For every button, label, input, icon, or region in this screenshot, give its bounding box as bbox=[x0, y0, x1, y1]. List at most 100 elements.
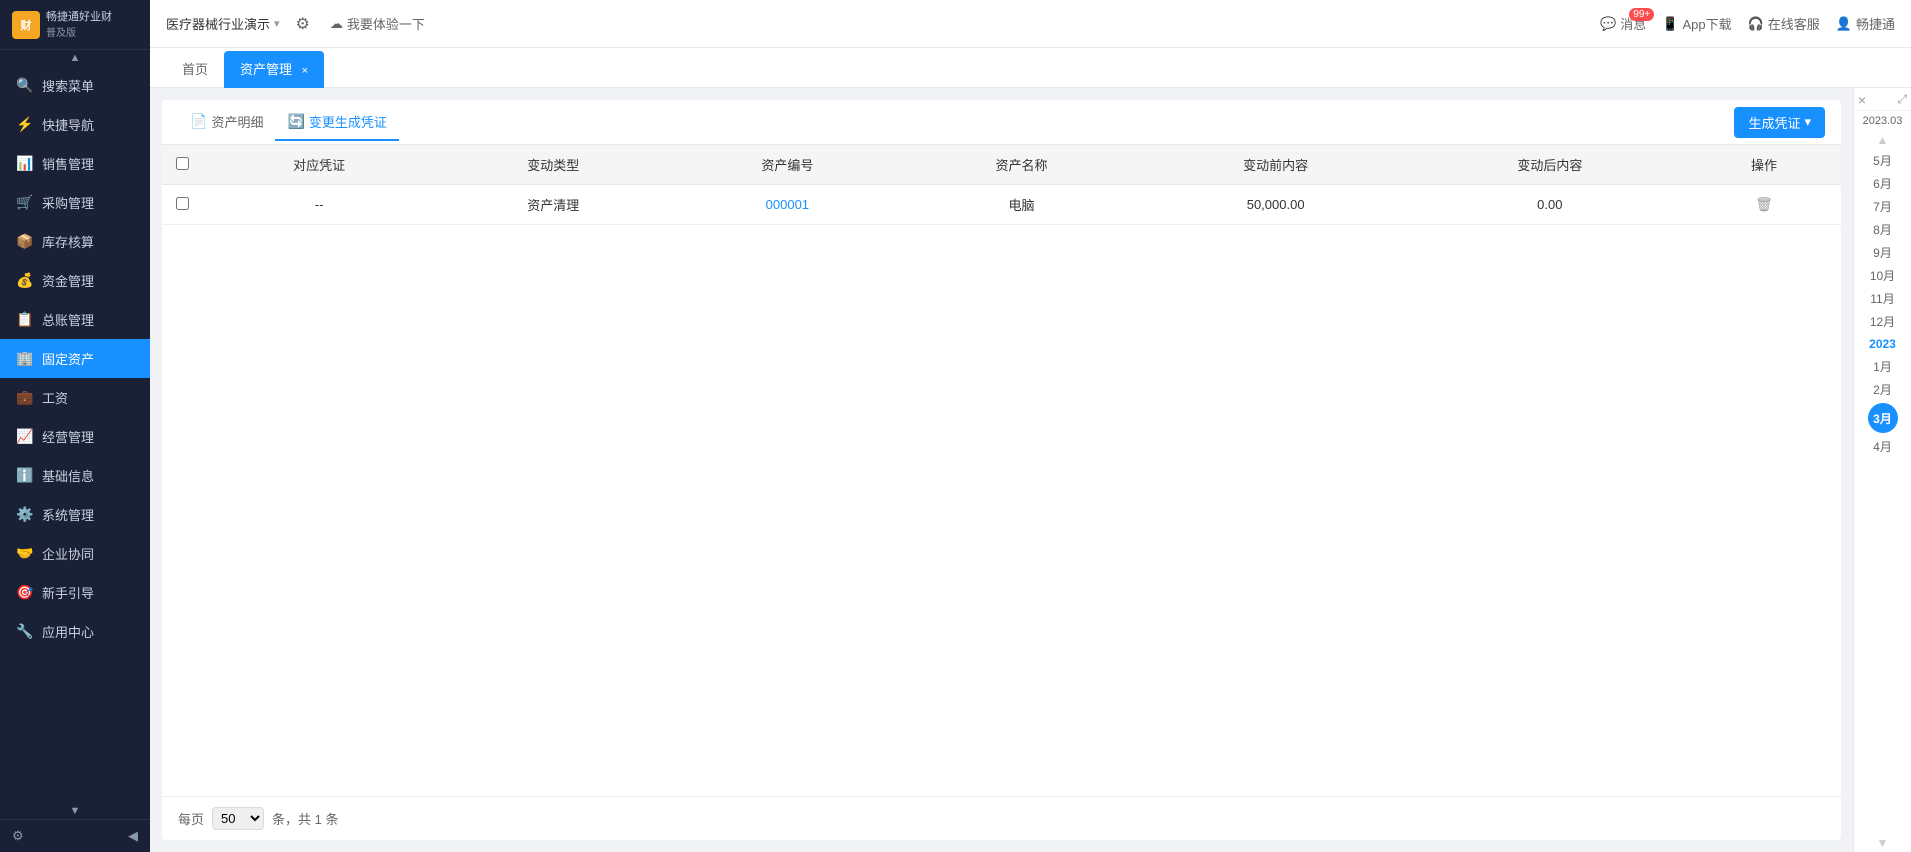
sidebar-item-label: 资金管理 bbox=[42, 271, 94, 290]
sidebar-item-ledger[interactable]: 📋 总账管理 bbox=[0, 300, 150, 339]
date-month-2023-4[interactable]: 4月 bbox=[1854, 435, 1911, 458]
date-sidebar-panel: × ⤢ 2023.03 ▲ 5月 6月 7月 8月 9月 10月 11月 12月… bbox=[1853, 88, 1911, 852]
header-settings-icon[interactable]: ⚙ bbox=[296, 14, 310, 34]
date-month-9[interactable]: 9月 bbox=[1854, 241, 1911, 264]
sidebar-item-label: 应用中心 bbox=[42, 622, 94, 641]
row-checkbox-cell[interactable] bbox=[162, 185, 202, 225]
feedback-label: 我要体验一下 bbox=[347, 14, 425, 33]
date-month-7[interactable]: 7月 bbox=[1854, 195, 1911, 218]
tab-home[interactable]: 首页 bbox=[166, 51, 224, 88]
delete-row-icon[interactable]: 🗑 bbox=[1755, 196, 1773, 212]
tab-asset-mgmt[interactable]: 资产管理 × bbox=[224, 51, 324, 88]
total-label: 条，共 1 条 bbox=[272, 809, 338, 828]
tab-home-label: 首页 bbox=[182, 62, 208, 77]
date-scroll-up-btn[interactable]: ▲ bbox=[1877, 131, 1889, 149]
content-panel: 📄 资产明细 🔄 变更生成凭证 生成凭证 ▾ bbox=[162, 100, 1841, 840]
date-month-5[interactable]: 5月 bbox=[1854, 149, 1911, 172]
tab-close-icon[interactable]: × bbox=[302, 65, 308, 77]
select-all-header[interactable] bbox=[162, 145, 202, 185]
pagination-bar: 每页 50 10 20 100 条，共 1 条 bbox=[162, 796, 1841, 840]
date-month-10[interactable]: 10月 bbox=[1854, 264, 1911, 287]
tab-asset-mgmt-label: 资产管理 bbox=[240, 62, 292, 77]
sidebar-scroll-up[interactable]: ▲ bbox=[70, 52, 81, 64]
header-right: 💬 消息 99+ 📱 App下载 🎧 在线客服 👤 畅捷通 bbox=[1600, 14, 1895, 33]
date-scroll-down-btn[interactable]: ▼ bbox=[1877, 834, 1889, 852]
sidebar-item-label: 销售管理 bbox=[42, 154, 94, 173]
sidebar-item-guide[interactable]: 🎯 新手引导 bbox=[0, 573, 150, 612]
date-month-8[interactable]: 8月 bbox=[1854, 218, 1911, 241]
row-change-type: 资产清理 bbox=[436, 185, 670, 225]
sidebar-item-collab[interactable]: 🤝 企业协同 bbox=[0, 534, 150, 573]
main-area: 医疗器械行业演示 ▾ ⚙ ☁ 我要体验一下 💬 消息 99+ 📱 App下载 🎧… bbox=[150, 0, 1911, 852]
feedback-button[interactable]: ☁ 我要体验一下 bbox=[330, 14, 425, 33]
sidebar-scroll-down[interactable]: ▼ bbox=[70, 805, 81, 817]
date-month-11[interactable]: 11月 bbox=[1854, 287, 1911, 310]
col-change-type: 变动类型 bbox=[436, 145, 670, 185]
table-container: 对应凭证 变动类型 资产编号 资产名称 变动前内容 变动后内容 操作 bbox=[162, 145, 1841, 796]
select-all-checkbox[interactable] bbox=[176, 157, 189, 170]
date-month-2023-2[interactable]: 2月 bbox=[1854, 378, 1911, 401]
per-page-select[interactable]: 50 10 20 100 bbox=[212, 807, 264, 830]
sidebar-item-label: 经营管理 bbox=[42, 427, 94, 446]
sidebar-item-quick-nav[interactable]: ⚡ 快捷导航 bbox=[0, 105, 150, 144]
app-download-btn[interactable]: 📱 App下载 bbox=[1662, 14, 1731, 33]
row-voucher: -- bbox=[202, 185, 436, 225]
col-after-content: 变动后内容 bbox=[1413, 145, 1687, 185]
sidebar-item-operations[interactable]: 📈 经营管理 bbox=[0, 417, 150, 456]
user-avatar-icon: 👤 bbox=[1836, 16, 1852, 32]
purchase-icon: 🛒 bbox=[16, 194, 34, 211]
settings-bottom-btn[interactable]: ⚙ bbox=[12, 828, 24, 844]
online-service-label: 在线客服 bbox=[1768, 14, 1820, 33]
ledger-icon: 📋 bbox=[16, 311, 34, 328]
sidebar-item-system[interactable]: ⚙️ 系统管理 bbox=[0, 495, 150, 534]
generate-voucher-button[interactable]: 生成凭证 ▾ bbox=[1734, 107, 1825, 138]
row-asset-no: 000001 bbox=[670, 185, 904, 225]
funds-icon: 💰 bbox=[16, 272, 34, 289]
date-month-2023-3-current[interactable]: 3月 bbox=[1868, 403, 1898, 433]
sidebar-item-purchase[interactable]: 🛒 采购管理 bbox=[0, 183, 150, 222]
online-service-btn[interactable]: 🎧 在线客服 bbox=[1748, 14, 1820, 33]
sidebar-item-basic-info[interactable]: ℹ️ 基础信息 bbox=[0, 456, 150, 495]
messages-btn[interactable]: 💬 消息 99+ bbox=[1600, 14, 1646, 33]
sidebar-logo: 财 畅捷通好业财 普及版 bbox=[0, 0, 150, 50]
feedback-icon: ☁ bbox=[330, 16, 343, 32]
row-asset-name: 电脑 bbox=[904, 185, 1138, 225]
content-area: 📄 资产明细 🔄 变更生成凭证 生成凭证 ▾ bbox=[150, 88, 1911, 852]
sidebar-item-label: 工资 bbox=[42, 388, 68, 407]
sidebar-item-label: 总账管理 bbox=[42, 310, 94, 329]
sub-tab-asset-detail[interactable]: 📄 资产明细 bbox=[178, 104, 275, 141]
row-checkbox[interactable] bbox=[176, 197, 189, 210]
sub-tab-change-voucher[interactable]: 🔄 变更生成凭证 bbox=[275, 104, 398, 141]
generate-voucher-chevron: ▾ bbox=[1804, 114, 1811, 130]
sidebar-item-sales[interactable]: 📊 销售管理 bbox=[0, 144, 150, 183]
date-month-6[interactable]: 6月 bbox=[1854, 172, 1911, 195]
system-icon: ⚙️ bbox=[16, 506, 34, 523]
date-panel-close-icon[interactable]: × bbox=[1858, 92, 1866, 108]
sidebar-item-label: 新手引导 bbox=[42, 583, 94, 602]
company-selector[interactable]: 医疗器械行业演示 ▾ bbox=[166, 14, 280, 33]
asset-detail-icon: 📄 bbox=[190, 113, 207, 130]
data-table: 对应凭证 变动类型 资产编号 资产名称 变动前内容 变动后内容 操作 bbox=[162, 145, 1841, 225]
sidebar-item-label: 系统管理 bbox=[42, 505, 94, 524]
date-month-2023-1[interactable]: 1月 bbox=[1854, 355, 1911, 378]
sidebar-item-search[interactable]: 🔍 搜索菜单 bbox=[0, 66, 150, 105]
col-before-content: 变动前内容 bbox=[1139, 145, 1413, 185]
sidebar-item-inventory[interactable]: 📦 库存核算 bbox=[0, 222, 150, 261]
date-month-12[interactable]: 12月 bbox=[1854, 310, 1911, 333]
date-panel-expand-icon[interactable]: ⤢ bbox=[1897, 92, 1907, 108]
top-header: 医疗器械行业演示 ▾ ⚙ ☁ 我要体验一下 💬 消息 99+ 📱 App下载 🎧… bbox=[150, 0, 1911, 48]
sidebar-item-fixed-assets[interactable]: 🏢 固定资产 bbox=[0, 339, 150, 378]
sidebar-item-salary[interactable]: 💼 工资 bbox=[0, 378, 150, 417]
user-avatar-btn[interactable]: 👤 畅捷通 bbox=[1836, 14, 1895, 33]
sidebar-item-funds[interactable]: 💰 资金管理 bbox=[0, 261, 150, 300]
per-page-label: 每页 bbox=[178, 809, 204, 828]
quick-nav-icon: ⚡ bbox=[16, 116, 34, 133]
date-header-label: 2023.03 bbox=[1863, 111, 1903, 131]
row-after-content: 0.00 bbox=[1413, 185, 1687, 225]
collapse-btn[interactable]: ◀ bbox=[128, 828, 138, 844]
sidebar-bottom: ⚙ ◀ bbox=[0, 819, 150, 852]
app-logo-icon: 财 bbox=[12, 11, 40, 39]
change-voucher-icon: 🔄 bbox=[287, 113, 304, 130]
basic-info-icon: ℹ️ bbox=[16, 467, 34, 484]
sidebar-item-apps[interactable]: 🔧 应用中心 bbox=[0, 612, 150, 651]
